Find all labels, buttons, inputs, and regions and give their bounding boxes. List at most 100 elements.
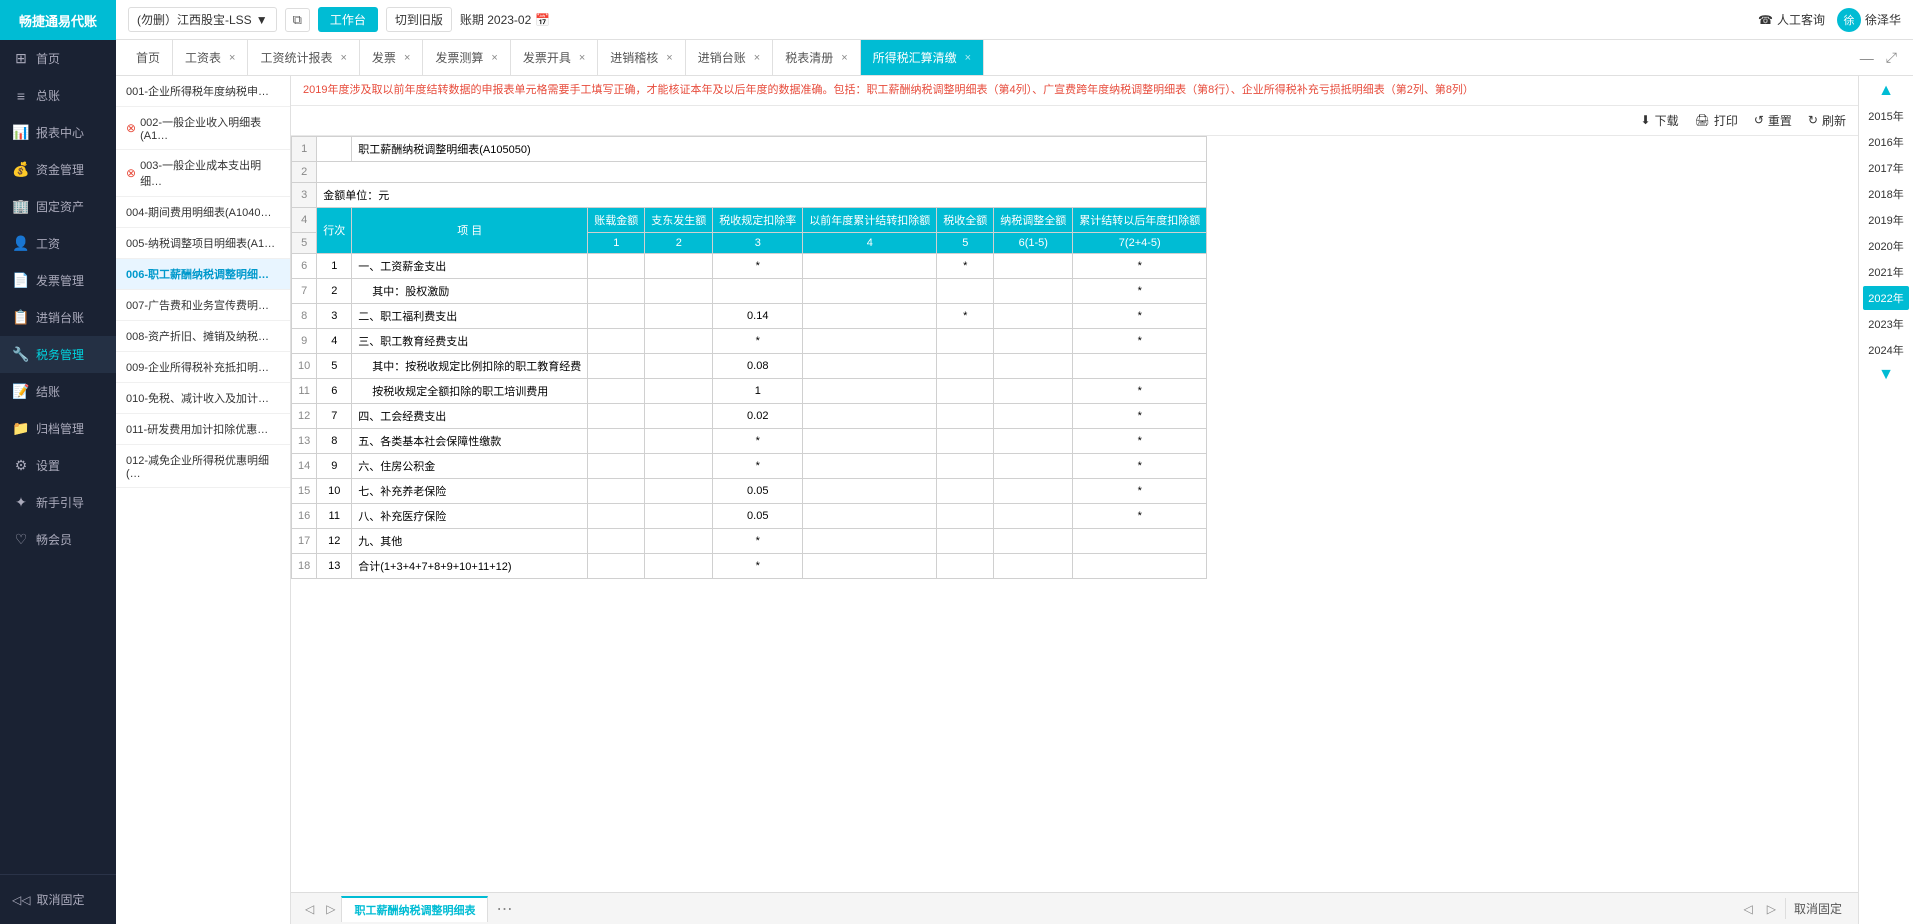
close-tab-invoice[interactable]: × <box>404 52 410 64</box>
row-num-5: 5 <box>292 232 317 253</box>
print-button[interactable]: 🖨 打印 <box>1695 112 1738 129</box>
company-selector[interactable]: (勿删）江西股宝-LSS ▼ <box>128 7 277 32</box>
left-item-007[interactable]: 007-广告费和业务宣传费明… <box>116 290 290 321</box>
col-header-taxfull: 税收全额 <box>937 207 994 232</box>
user-menu[interactable]: 徐 徐泽华 <box>1837 8 1901 32</box>
sidebar-item-guide[interactable]: ✦ 新手引导 <box>0 484 116 521</box>
left-item-011[interactable]: 011-研发费用加计扣除优惠… <box>116 414 290 445</box>
left-item-008[interactable]: 008-资产折旧、摊销及纳税… <box>116 321 290 352</box>
scroll-left-button[interactable]: ◁ <box>1739 900 1758 918</box>
close-tab-salary-report[interactable]: × <box>340 52 346 64</box>
year-2023[interactable]: 2023年 <box>1863 312 1909 336</box>
year-2016[interactable]: 2016年 <box>1863 130 1909 154</box>
sidebar-item-archive[interactable]: 📁 归档管理 <box>0 410 116 447</box>
year-2017[interactable]: 2017年 <box>1863 156 1909 180</box>
tab-sales-ledger[interactable]: 进销台账 × <box>686 40 773 76</box>
left-item-010[interactable]: 010-免税、减计收入及加计… <box>116 383 290 414</box>
tab-sales-check[interactable]: 进销稽核 × <box>598 40 685 76</box>
row-num-3: 3 <box>292 182 317 207</box>
workspace-button[interactable]: 工作台 <box>318 7 378 32</box>
year-2021[interactable]: 2021年 <box>1863 260 1909 284</box>
copy-button[interactable]: ⧉ <box>285 8 310 32</box>
table-row: 17 12 九、其他 * <box>292 528 1207 553</box>
sidebar-item-ledger[interactable]: ≡ 总账 <box>0 77 116 114</box>
calendar-icon[interactable]: 📅 <box>535 13 550 27</box>
sidebar-item-finance[interactable]: 💰 资金管理 <box>0 151 116 188</box>
unpin-button[interactable]: ◁◁ 取消固定 <box>0 883 116 916</box>
year-up-button[interactable]: ▲ <box>1859 80 1913 102</box>
year-2015[interactable]: 2015年 <box>1863 104 1909 128</box>
topbar: (勿删）江西股宝-LSS ▼ ⧉ 工作台 切到旧版 账期 2023-02 📅 ☎… <box>116 0 1913 40</box>
year-2022[interactable]: 2022年 <box>1863 286 1909 310</box>
col-header-rate: 税收规定扣除率 <box>713 207 803 232</box>
left-item-003[interactable]: ⊗ 003-一般企业成本支出明细… <box>116 150 290 197</box>
tab-invoice-issue[interactable]: 发票开具 × <box>511 40 598 76</box>
tab-invoice[interactable]: 发票 × <box>360 40 423 76</box>
left-item-005[interactable]: 005-纳税调整项目明细表(A1… <box>116 228 290 259</box>
sidebar-item-home[interactable]: ⊞ 首页 <box>0 40 116 77</box>
sheet-more-button[interactable]: ⋯ <box>490 899 518 919</box>
year-2018[interactable]: 2018年 <box>1863 182 1909 206</box>
col-header-adjust: 纳税调整全额 <box>994 207 1073 232</box>
sheet-tab-main[interactable]: 职工薪酬纳税调整明细表 <box>341 896 488 922</box>
left-item-006[interactable]: 006-职工薪酬纳税调整明细… <box>116 259 290 290</box>
collapse-button[interactable]: 取消固定 <box>1785 898 1850 919</box>
tab-home[interactable]: 首页 <box>124 40 173 76</box>
tab-tax-settlement[interactable]: 所得税汇算清缴 × <box>861 40 984 76</box>
table-wrapper[interactable]: 1 职工薪酬纳税调整明细表(A105050) 2 3 <box>291 136 1858 893</box>
table-row: 12 7 四、工会经费支出 0.02 * <box>292 403 1207 428</box>
sidebar-item-settings[interactable]: ⚙ 设置 <box>0 447 116 484</box>
left-item-001[interactable]: 001-企业所得税年度纳税申… <box>116 76 290 107</box>
cell-1-A[interactable] <box>317 136 352 161</box>
year-2019[interactable]: 2019年 <box>1863 208 1909 232</box>
close-tab-invoice-issue[interactable]: × <box>579 52 585 64</box>
table-row: 10 5 其中：按税收规定比例扣除的职工教育经费 0.08 <box>292 353 1207 378</box>
home-icon: ⊞ <box>12 50 30 67</box>
sidebar-item-close[interactable]: 📝 结账 <box>0 373 116 410</box>
support-link[interactable]: ☎ 人工客询 <box>1758 11 1825 28</box>
cell-2[interactable] <box>317 161 1207 182</box>
table-row: 18 13 合计(1+3+4+7+8+9+10+11+12) * <box>292 553 1207 578</box>
left-item-002[interactable]: ⊗ 002-一般企业收入明细表(A1… <box>116 107 290 150</box>
close-tab-invoice-calc[interactable]: × <box>491 52 497 64</box>
sheet-prev-button[interactable]: ◁ <box>299 898 320 920</box>
table-row: 8 3 二、职工福利费支出 0.14 * * <box>292 303 1207 328</box>
close-tab-salary[interactable]: × <box>229 52 235 64</box>
row-num-1: 1 <box>292 136 317 161</box>
tab-invoice-calc[interactable]: 发票测算 × <box>423 40 510 76</box>
close-tab-sales-ledger[interactable]: × <box>754 52 760 64</box>
left-item-012[interactable]: 012-减免企业所得税优惠明细(… <box>116 445 290 488</box>
spreadsheet-table: 1 职工薪酬纳税调整明细表(A105050) 2 3 <box>291 136 1207 579</box>
table-row: 16 11 八、补充医疗保险 0.05 * <box>292 503 1207 528</box>
member-icon: ♡ <box>12 531 30 548</box>
sheet-next-button[interactable]: ▷ <box>320 898 341 920</box>
sidebar-item-report[interactable]: 📊 报表中心 <box>0 114 116 151</box>
tab-tax-table[interactable]: 税表清册 × <box>773 40 860 76</box>
col-sub-6: 6(1-5) <box>994 232 1073 253</box>
sidebar-item-invoice[interactable]: 📄 发票管理 <box>0 262 116 299</box>
year-2020[interactable]: 2020年 <box>1863 234 1909 258</box>
refresh-button[interactable]: ↻ 刷新 <box>1808 112 1846 129</box>
sidebar-item-member[interactable]: ♡ 畅会员 <box>0 521 116 558</box>
tab-salary-report[interactable]: 工资统计报表 × <box>248 40 359 76</box>
minimize-tabs-button[interactable]: — <box>1856 47 1878 68</box>
year-down-button[interactable]: ▼ <box>1859 364 1913 386</box>
year-2024[interactable]: 2024年 <box>1863 338 1909 362</box>
close-tab-tax-settlement[interactable]: × <box>965 52 971 64</box>
maximize-tabs-button[interactable]: ⤢ <box>1882 47 1901 68</box>
left-item-009[interactable]: 009-企业所得税补充抵扣明… <box>116 352 290 383</box>
finance-icon: 💰 <box>12 161 30 178</box>
sidebar-item-sales[interactable]: 📋 进销台账 <box>0 299 116 336</box>
switch-button[interactable]: 切到旧版 <box>386 7 452 32</box>
sidebar-item-tax[interactable]: 🔧 税务管理 <box>0 336 116 373</box>
tab-salary[interactable]: 工资表 × <box>173 40 248 76</box>
left-item-004[interactable]: 004-期间费用明细表(A1040… <box>116 197 290 228</box>
close-tab-tax-table[interactable]: × <box>841 52 847 64</box>
app-logo: 畅捷通易代账 <box>0 0 116 40</box>
sidebar-item-assets[interactable]: 🏢 固定资产 <box>0 188 116 225</box>
reset-button[interactable]: ↺ 重置 <box>1754 112 1792 129</box>
scroll-right-button[interactable]: ▷ <box>1762 900 1781 918</box>
download-button[interactable]: ⬇ 下载 <box>1641 112 1679 129</box>
close-tab-sales-check[interactable]: × <box>666 52 672 64</box>
sidebar-item-salary[interactable]: 👤 工资 <box>0 225 116 262</box>
